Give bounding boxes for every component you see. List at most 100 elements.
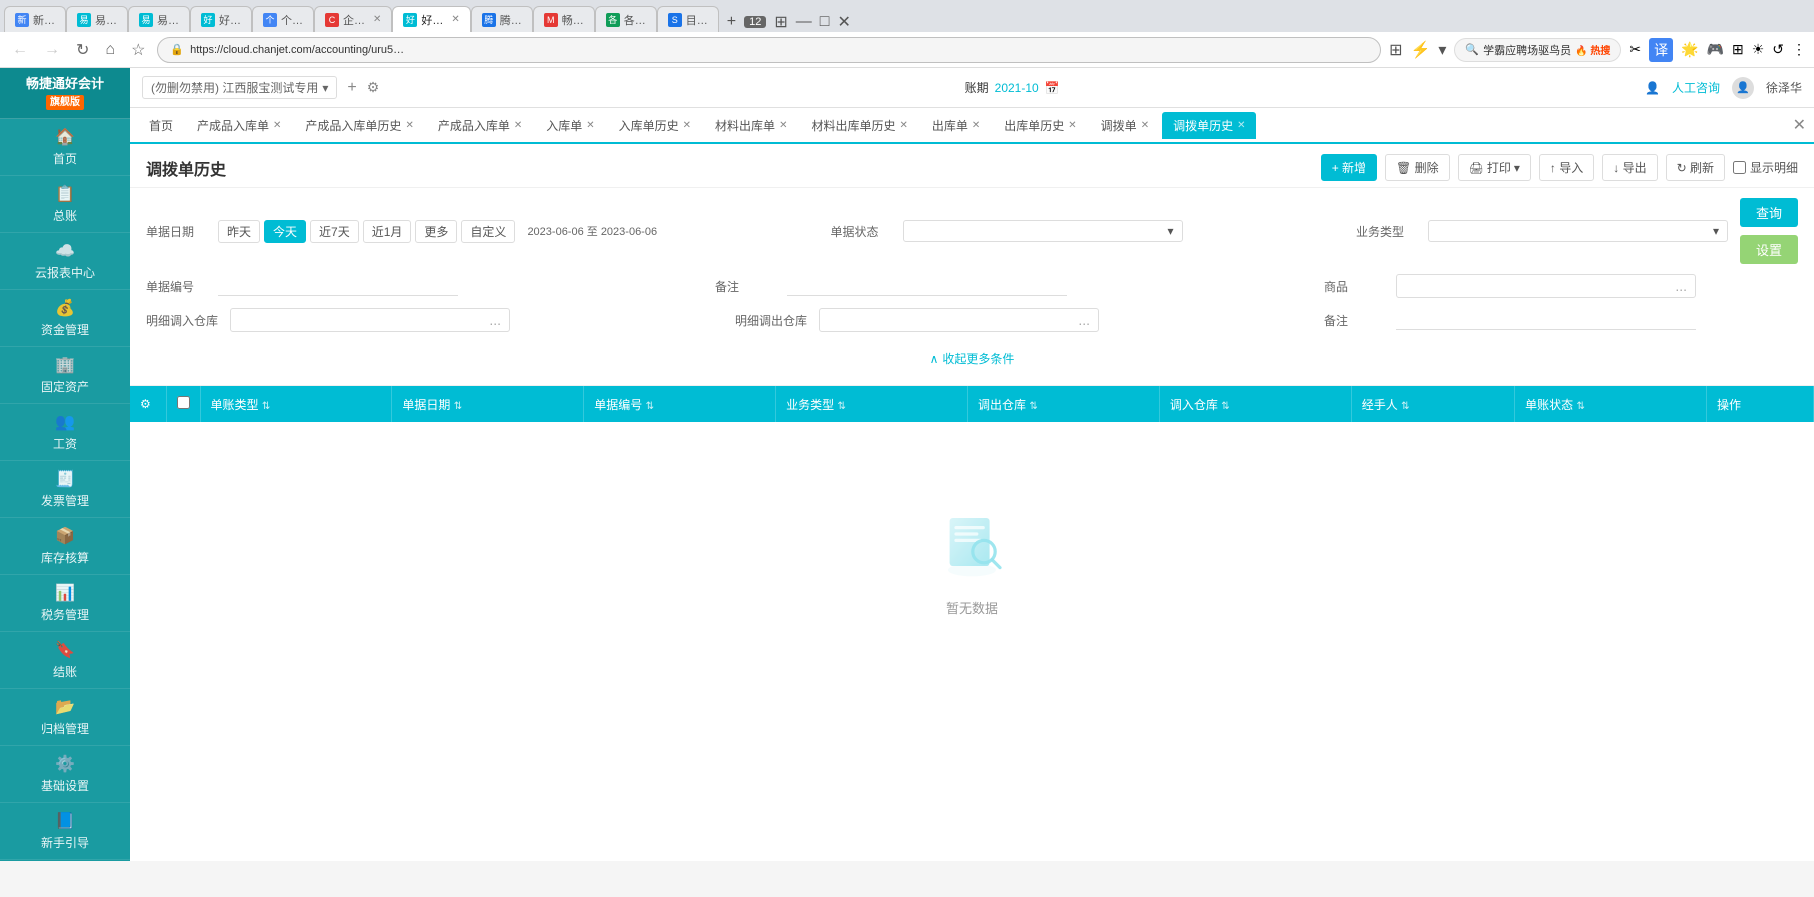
sidebar-item-capital[interactable]: 💰 资金管理 bbox=[0, 290, 130, 347]
browser-tab-active[interactable]: 好 好… ✕ bbox=[392, 6, 470, 32]
tab-close-active[interactable]: ✕ bbox=[451, 14, 459, 25]
custom-btn[interactable]: 自定义 bbox=[461, 220, 515, 243]
translate-icon[interactable]: 译 bbox=[1649, 38, 1673, 62]
detail-note-input[interactable] bbox=[1396, 311, 1696, 330]
detail-in-dots[interactable]: ... bbox=[489, 312, 501, 328]
sidebar-item-member[interactable]: ✓ 畅会员 bbox=[0, 860, 130, 861]
sidebar-item-ledger[interactable]: 📋 总账 bbox=[0, 176, 130, 233]
export-btn[interactable]: ↓ 导出 bbox=[1602, 154, 1657, 181]
sidebar-item-cloud-reports[interactable]: ☁️ 云报表中心 bbox=[0, 233, 130, 290]
tab-mat-out-hist-close[interactable]: ✕ bbox=[899, 120, 907, 131]
doc-no-input[interactable] bbox=[218, 277, 458, 296]
th-biz-type[interactable]: 业务类型 ⇅ bbox=[776, 386, 968, 422]
th-in-warehouse[interactable]: 调入仓库 ⇅ bbox=[1159, 386, 1351, 422]
sidebar-item-payroll[interactable]: 👥 工资 bbox=[0, 404, 130, 461]
th-handler[interactable]: 经手人 ⇅ bbox=[1351, 386, 1514, 422]
address-bar[interactable]: 🔒 https://cloud.chanjet.com/accounting/u… bbox=[157, 37, 1381, 63]
biz-type-select[interactable]: ▾ bbox=[1428, 220, 1728, 242]
tab-product-in2-close[interactable]: ✕ bbox=[514, 120, 522, 131]
add-company-btn[interactable]: + bbox=[347, 79, 356, 97]
tab-mat-out-close[interactable]: ✕ bbox=[779, 120, 787, 131]
extensions-icon[interactable]: ⊞ bbox=[1389, 40, 1402, 60]
back-btn[interactable]: ← bbox=[8, 39, 32, 61]
lightning-icon[interactable]: ⚡ bbox=[1410, 40, 1430, 60]
tab-out-hist[interactable]: 出库单历史 ✕ bbox=[993, 112, 1087, 139]
tab-transfer-hist-close[interactable]: ✕ bbox=[1237, 120, 1245, 131]
status-select[interactable]: ▾ bbox=[903, 220, 1183, 242]
sidebar-item-closing[interactable]: 🔖 结账 bbox=[0, 632, 130, 689]
goods-select[interactable]: ... bbox=[1396, 274, 1696, 298]
tab-close-6[interactable]: ✕ bbox=[373, 14, 381, 25]
home-btn[interactable]: ⌂ bbox=[101, 39, 119, 61]
select-all-checkbox[interactable] bbox=[177, 396, 190, 409]
import-btn[interactable]: ↑ 导入 bbox=[1539, 154, 1594, 181]
th-gear[interactable]: ⚙ bbox=[130, 386, 166, 422]
detail-in-select[interactable]: ... bbox=[230, 308, 510, 332]
th-checkbox[interactable] bbox=[166, 386, 200, 422]
sun-icon[interactable]: ☀ bbox=[1752, 41, 1765, 58]
tab-transfer[interactable]: 调拨单 ✕ bbox=[1090, 112, 1160, 139]
grid-icon[interactable]: ⊞ bbox=[1732, 41, 1744, 58]
browser-tab-4[interactable]: 好 好… bbox=[190, 6, 252, 32]
filter-settings-btn[interactable]: 设置 bbox=[1740, 235, 1798, 264]
tab-in[interactable]: 入库单 ✕ bbox=[535, 112, 605, 139]
service-label[interactable]: 人工咨询 bbox=[1672, 79, 1720, 96]
browser-tab-2[interactable]: 易 易… bbox=[66, 6, 128, 32]
sidebar-item-basic-settings[interactable]: ⚙️ 基础设置 bbox=[0, 746, 130, 803]
scissors-icon[interactable]: ✂ bbox=[1629, 41, 1641, 58]
chrome-search-box[interactable]: 🔍 学霸应聘场驱鸟员 🔥 热搜 bbox=[1454, 38, 1621, 62]
detail-out-select[interactable]: ... bbox=[819, 308, 1099, 332]
tab-bar-close-btn[interactable]: ✕ bbox=[1793, 115, 1806, 135]
sidebar-item-home[interactable]: 🏠 首页 bbox=[0, 119, 130, 176]
sidebar-item-inventory[interactable]: 📦 库存核算 bbox=[0, 518, 130, 575]
browser-tab-8[interactable]: 腾 腾… bbox=[471, 6, 533, 32]
refresh-btn[interactable]: ↻ 刷新 bbox=[1666, 154, 1725, 181]
tab-product-in-hist[interactable]: 产成品入库单历史 ✕ bbox=[294, 112, 424, 139]
close-btn[interactable]: ✕ bbox=[837, 12, 850, 32]
tab-out-close[interactable]: ✕ bbox=[972, 120, 980, 131]
th-doc-no[interactable]: 单据编号 ⇅ bbox=[584, 386, 776, 422]
sidebar-item-fixed-assets[interactable]: 🏢 固定资产 bbox=[0, 347, 130, 404]
new-tab-btn[interactable]: + bbox=[727, 13, 736, 31]
sidebar-item-archive[interactable]: 📂 归档管理 bbox=[0, 689, 130, 746]
browser-tab-11[interactable]: S 目… bbox=[657, 6, 719, 32]
browser-tab-bar[interactable]: 新 新… 易 易… 易 易… 好 好… 个 个… C 企… ✕ 好 好… ✕ 腾… bbox=[0, 0, 1814, 32]
star-btn[interactable]: ☆ bbox=[127, 38, 149, 62]
browser-tab-6[interactable]: C 企… ✕ bbox=[314, 6, 392, 32]
today-btn[interactable]: 今天 bbox=[264, 220, 306, 243]
tab-out-hist-close[interactable]: ✕ bbox=[1068, 120, 1076, 131]
maximize-btn[interactable]: □ bbox=[820, 13, 830, 31]
note-input[interactable] bbox=[787, 277, 1067, 296]
th-doc-date[interactable]: 单据日期 ⇅ bbox=[392, 386, 584, 422]
yesterday-btn[interactable]: 昨天 bbox=[218, 220, 260, 243]
minimize-btn[interactable]: — bbox=[796, 13, 812, 31]
tab-product-in2[interactable]: 产成品入库单 ✕ bbox=[427, 112, 533, 139]
tab-transfer-hist[interactable]: 调拨单历史 ✕ bbox=[1162, 112, 1256, 139]
browser-tab-5[interactable]: 个 个… bbox=[252, 6, 314, 32]
detail-out-dots[interactable]: ... bbox=[1078, 312, 1090, 328]
browser-tab-3[interactable]: 易 易… bbox=[128, 6, 190, 32]
tab-in-hist[interactable]: 入库单历史 ✕ bbox=[608, 112, 702, 139]
browser-tab-1[interactable]: 新 新… bbox=[4, 6, 66, 32]
browser-tab-10[interactable]: 各 各… bbox=[595, 6, 657, 32]
new-btn[interactable]: + 新增 bbox=[1321, 154, 1377, 181]
th-out-warehouse[interactable]: 调出仓库 ⇅ bbox=[968, 386, 1160, 422]
tab-home[interactable]: 首页 bbox=[138, 112, 184, 139]
forward-btn[interactable]: → bbox=[40, 39, 64, 61]
top-settings-icon[interactable]: ⚙ bbox=[367, 79, 380, 96]
tab-product-in-close[interactable]: ✕ bbox=[273, 120, 281, 131]
tab-product-in-hist-close[interactable]: ✕ bbox=[405, 120, 413, 131]
goods-dots[interactable]: ... bbox=[1675, 278, 1687, 294]
undo-icon[interactable]: ↺ bbox=[1772, 41, 1784, 58]
delete-btn[interactable]: 🗑 删除 bbox=[1385, 154, 1450, 181]
display-toggle-checkbox[interactable] bbox=[1733, 161, 1746, 174]
sidebar-item-invoice[interactable]: 🧾 发票管理 bbox=[0, 461, 130, 518]
tab-in-hist-close[interactable]: ✕ bbox=[683, 120, 691, 131]
period-value[interactable]: 2021-10 bbox=[995, 81, 1039, 95]
gear-col-icon[interactable]: ⚙ bbox=[140, 397, 151, 411]
game-icon[interactable]: 🎮 bbox=[1707, 41, 1724, 58]
browser-tab-9[interactable]: M 畅… bbox=[533, 6, 595, 32]
print-btn[interactable]: 🖨 打印 ▾ bbox=[1458, 154, 1531, 181]
calendar-icon[interactable]: 📅 bbox=[1045, 81, 1060, 95]
more-btn[interactable]: 更多 bbox=[415, 220, 457, 243]
